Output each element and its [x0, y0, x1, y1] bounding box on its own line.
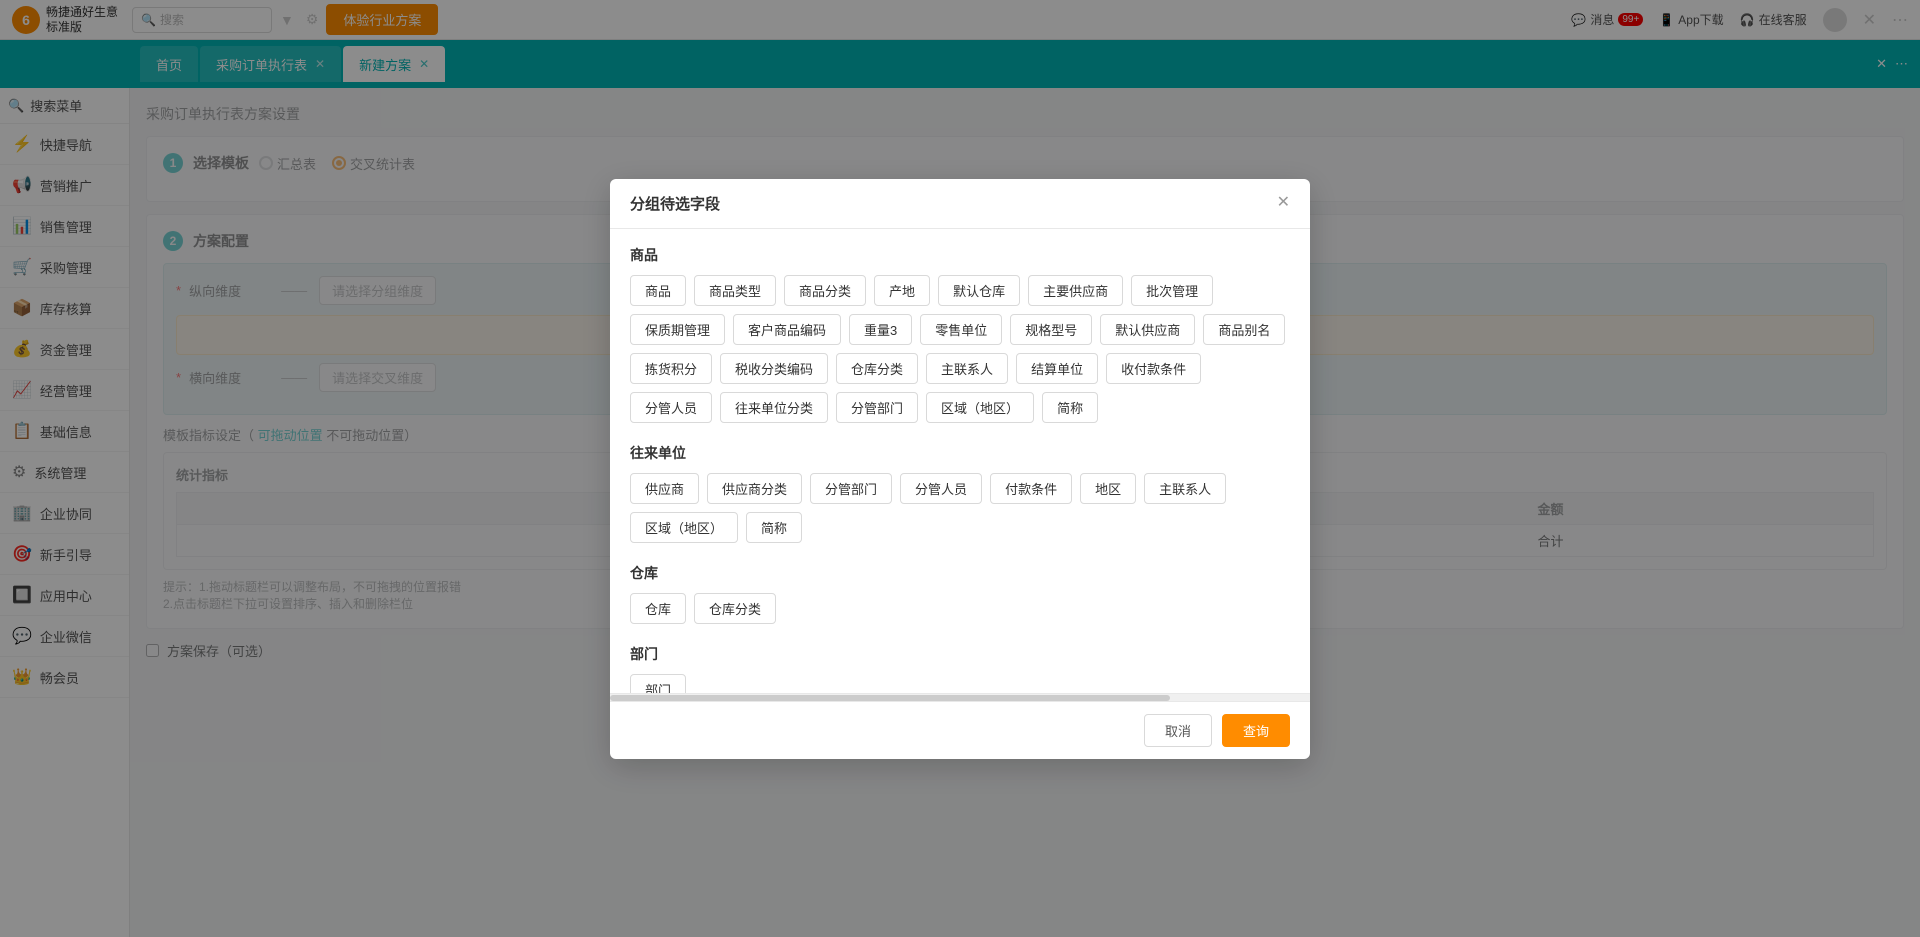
field-tag-goods-24[interactable]: 简称: [1042, 392, 1098, 423]
modal-footer: 取消 查询: [610, 701, 1310, 759]
field-tag-goods-3[interactable]: 产地: [874, 275, 930, 306]
modal-cancel-btn[interactable]: 取消: [1144, 714, 1212, 747]
field-tag-goods-2[interactable]: 商品分类: [784, 275, 866, 306]
field-tag-goods-13[interactable]: 商品别名: [1203, 314, 1285, 345]
field-tag-dept-0[interactable]: 部门: [630, 674, 686, 693]
field-tag-cp-8[interactable]: 简称: [746, 512, 802, 543]
field-tag-goods-1[interactable]: 商品类型: [694, 275, 776, 306]
field-tag-goods-21[interactable]: 往来单位分类: [720, 392, 828, 423]
department-fields: 部门: [630, 674, 1290, 693]
field-tag-cp-1[interactable]: 供应商分类: [707, 473, 802, 504]
modal-hscroll[interactable]: [610, 693, 1310, 701]
field-tag-goods-16[interactable]: 仓库分类: [836, 353, 918, 384]
field-tag-goods-15[interactable]: 税收分类编码: [720, 353, 828, 384]
goods-fields: 商品 商品类型 商品分类 产地 默认仓库 主要供应商 批次管理 保质期管理 客户…: [630, 275, 1290, 423]
modal-body[interactable]: 商品 商品 商品类型 商品分类 产地 默认仓库 主要供应商 批次管理 保质期管理…: [610, 229, 1310, 693]
field-tag-goods-4[interactable]: 默认仓库: [938, 275, 1020, 306]
field-tag-goods-5[interactable]: 主要供应商: [1028, 275, 1123, 306]
field-tag-goods-14[interactable]: 拣货积分: [630, 353, 712, 384]
modal-title: 分组待选字段: [630, 193, 720, 214]
modal-header: 分组待选字段 ✕: [610, 179, 1310, 229]
field-tag-goods-18[interactable]: 结算单位: [1016, 353, 1098, 384]
field-tag-goods-0[interactable]: 商品: [630, 275, 686, 306]
department-section-title: 部门: [630, 644, 1290, 664]
field-tag-goods-9[interactable]: 重量3: [849, 314, 912, 345]
field-tag-cp-6[interactable]: 主联系人: [1144, 473, 1226, 504]
modal-overlay: 分组待选字段 ✕ 商品 商品 商品类型 商品分类 产地 默认仓库 主要供应商 批…: [0, 0, 1920, 937]
field-section-department: 部门 部门: [630, 644, 1290, 693]
field-tag-goods-23[interactable]: 区域（地区）: [926, 392, 1034, 423]
field-tag-cp-7[interactable]: 区域（地区）: [630, 512, 738, 543]
modal-dialog: 分组待选字段 ✕ 商品 商品 商品类型 商品分类 产地 默认仓库 主要供应商 批…: [610, 179, 1310, 759]
field-section-goods: 商品 商品 商品类型 商品分类 产地 默认仓库 主要供应商 批次管理 保质期管理…: [630, 245, 1290, 423]
field-section-counterpart: 往来单位 供应商 供应商分类 分管部门 分管人员 付款条件 地区 主联系人 区域…: [630, 443, 1290, 543]
warehouse-fields: 仓库 仓库分类: [630, 593, 1290, 624]
field-tag-cp-0[interactable]: 供应商: [630, 473, 699, 504]
counterpart-fields: 供应商 供应商分类 分管部门 分管人员 付款条件 地区 主联系人 区域（地区） …: [630, 473, 1290, 543]
field-tag-goods-8[interactable]: 客户商品编码: [733, 314, 841, 345]
hscroll-thumb: [610, 695, 1170, 701]
field-tag-goods-11[interactable]: 规格型号: [1010, 314, 1092, 345]
modal-close-btn[interactable]: ✕: [1277, 195, 1290, 211]
field-tag-cp-4[interactable]: 付款条件: [990, 473, 1072, 504]
field-tag-cp-2[interactable]: 分管部门: [810, 473, 892, 504]
warehouse-section-title: 仓库: [630, 563, 1290, 583]
goods-section-title: 商品: [630, 245, 1290, 265]
field-tag-goods-12[interactable]: 默认供应商: [1100, 314, 1195, 345]
modal-confirm-btn[interactable]: 查询: [1222, 714, 1290, 747]
field-tag-goods-6[interactable]: 批次管理: [1131, 275, 1213, 306]
field-tag-cp-3[interactable]: 分管人员: [900, 473, 982, 504]
field-tag-wh-1[interactable]: 仓库分类: [694, 593, 776, 624]
field-tag-goods-7[interactable]: 保质期管理: [630, 314, 725, 345]
field-tag-goods-17[interactable]: 主联系人: [926, 353, 1008, 384]
field-section-warehouse: 仓库 仓库 仓库分类: [630, 563, 1290, 624]
field-tag-goods-22[interactable]: 分管部门: [836, 392, 918, 423]
field-tag-goods-10[interactable]: 零售单位: [920, 314, 1002, 345]
field-tag-cp-5[interactable]: 地区: [1080, 473, 1136, 504]
field-tag-goods-19[interactable]: 收付款条件: [1106, 353, 1201, 384]
field-tag-wh-0[interactable]: 仓库: [630, 593, 686, 624]
field-tag-goods-20[interactable]: 分管人员: [630, 392, 712, 423]
counterpart-section-title: 往来单位: [630, 443, 1290, 463]
